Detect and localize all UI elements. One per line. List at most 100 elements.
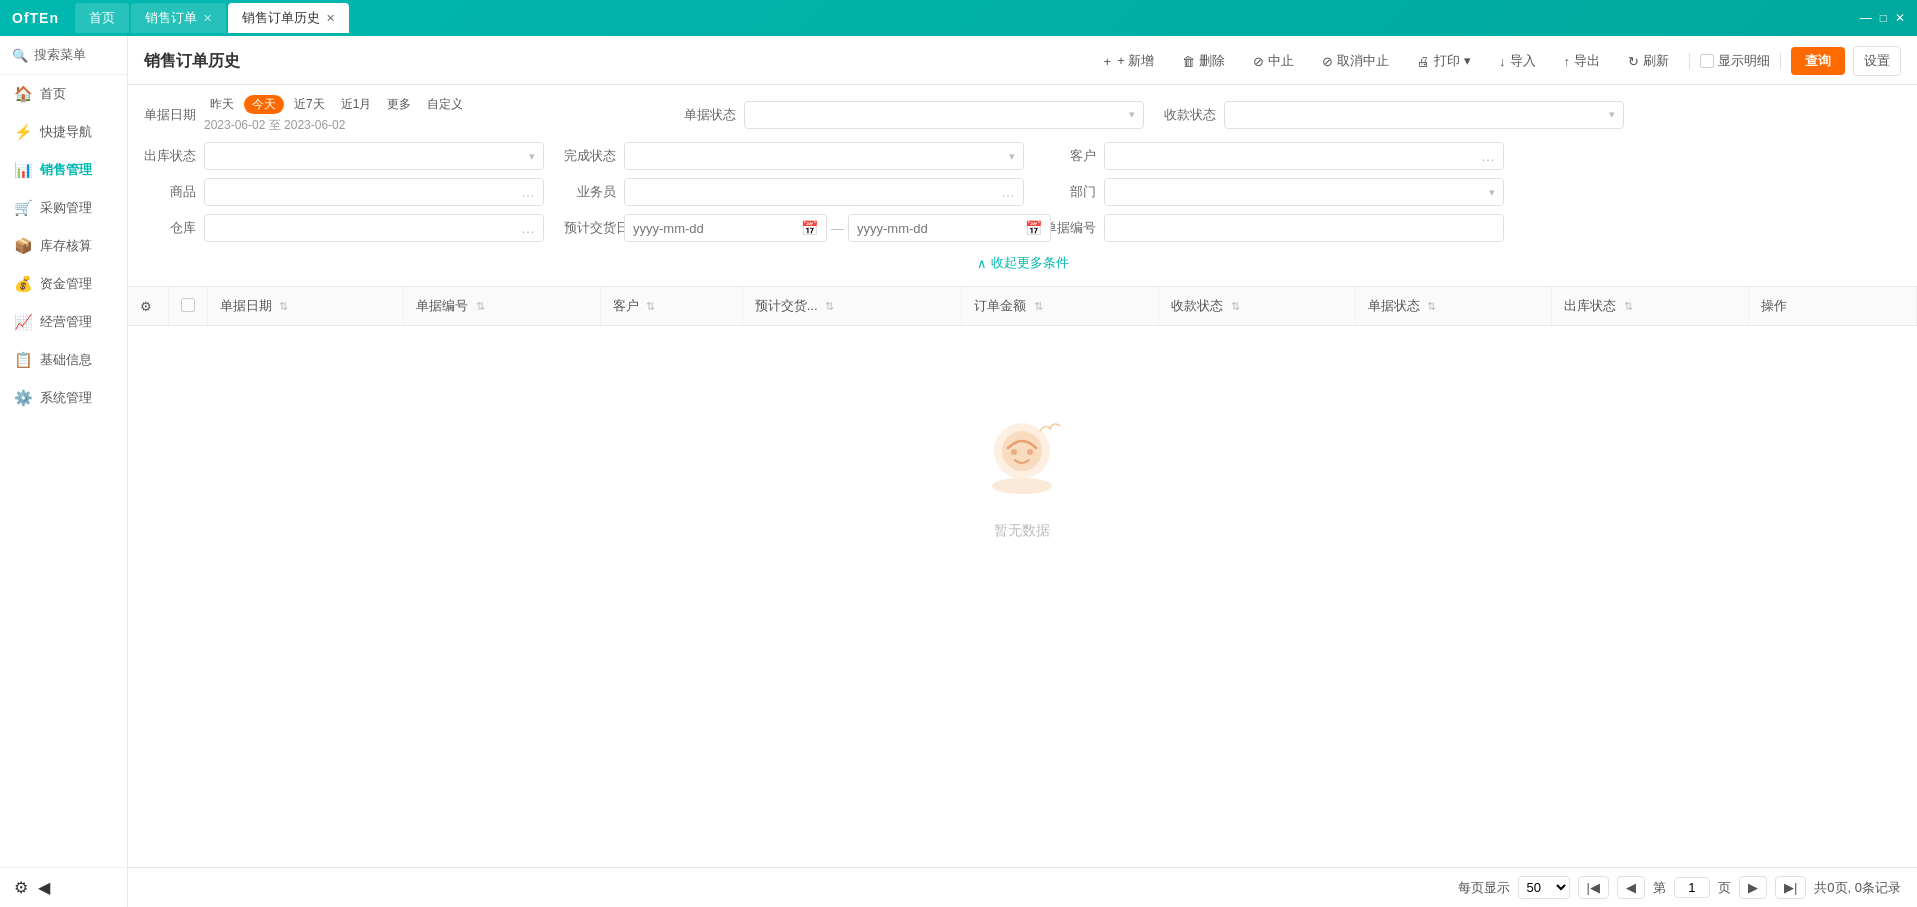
close-tab-sales-order[interactable]: ✕ (203, 12, 212, 25)
export-button[interactable]: ↑ 导出 (1554, 47, 1611, 75)
bill-status-dropdown-icon[interactable]: ▾ (1129, 108, 1135, 121)
page-number-input[interactable] (1674, 877, 1710, 898)
date-custom[interactable]: 自定义 (421, 95, 469, 114)
sidebar-item-home[interactable]: 🏠 首页 (0, 75, 127, 113)
delivery-start-input[interactable] (633, 221, 801, 236)
col-bill-status[interactable]: 单据状态 ⇅ (1355, 287, 1552, 326)
col-outbound[interactable]: 出库状态 ⇅ (1552, 287, 1749, 326)
collection-status-input[interactable] (1233, 107, 1605, 122)
complete-dropdown-icon[interactable]: ▾ (1009, 150, 1015, 163)
col-delivery[interactable]: 预计交货... ⇅ (742, 287, 961, 326)
warehouse-more-icon[interactable]: … (521, 220, 535, 236)
salesperson-input[interactable] (633, 185, 997, 200)
delivery-end-control[interactable]: 📅 (848, 214, 1051, 242)
show-details-checkbox-label[interactable]: 显示明细 (1700, 52, 1770, 70)
query-button[interactable]: 查询 (1791, 47, 1845, 75)
collection-status-control[interactable]: ▾ (1224, 101, 1624, 129)
customer-more-icon[interactable]: … (1481, 148, 1495, 164)
delete-button[interactable]: 🗑 删除 (1172, 47, 1235, 75)
delivery-start-control[interactable]: 📅 (624, 214, 827, 242)
goods-control[interactable]: … (204, 178, 544, 206)
date-yesterday[interactable]: 昨天 (204, 95, 240, 114)
show-details-checkbox[interactable] (1700, 54, 1714, 68)
sort-customer-icon[interactable]: ⇅ (646, 300, 655, 312)
settings-button[interactable]: 设置 (1853, 46, 1901, 76)
sidebar-item-sales[interactable]: 📊 销售管理 (0, 151, 127, 189)
order-no-control[interactable] (1104, 214, 1504, 242)
date-7days[interactable]: 近7天 (288, 95, 331, 114)
home-icon: 🏠 (14, 85, 32, 103)
bill-status-input[interactable] (753, 107, 1125, 122)
close-icon[interactable]: ✕ (1895, 11, 1905, 25)
collapse-button[interactable]: ∧ 收起更多条件 (977, 250, 1069, 276)
date-more[interactable]: 更多 (381, 95, 417, 114)
warehouse-control[interactable]: … (204, 214, 544, 242)
sidebar-item-quick-nav[interactable]: ⚡ 快捷导航 (0, 113, 127, 151)
page-size-select[interactable]: 10 20 50 100 (1518, 876, 1570, 899)
sort-date-icon[interactable]: ⇅ (279, 300, 288, 312)
tab-sales-order-history[interactable]: 销售订单历史 ✕ (228, 3, 349, 33)
collection-dropdown-icon[interactable]: ▾ (1609, 108, 1615, 121)
department-input[interactable] (1113, 185, 1485, 200)
department-control[interactable]: ▾ (1104, 178, 1504, 206)
sort-collection-icon[interactable]: ⇅ (1231, 300, 1240, 312)
sidebar-search[interactable]: 🔍 搜索菜单 (0, 36, 127, 75)
outbound-control[interactable]: ▾ (204, 142, 544, 170)
prev-page-button[interactable]: ◀ (1617, 876, 1645, 899)
sort-delivery-icon[interactable]: ⇅ (825, 300, 834, 312)
tab-sales-order[interactable]: 销售订单 ✕ (131, 3, 226, 33)
tab-home[interactable]: 首页 (75, 3, 129, 33)
cancel-stop-button[interactable]: ⊘ 取消中止 (1312, 47, 1399, 75)
sidebar-item-basic[interactable]: 📋 基础信息 (0, 341, 127, 379)
goods-input[interactable] (213, 185, 517, 200)
col-no[interactable]: 单据编号 ⇅ (404, 287, 601, 326)
sidebar-item-inventory[interactable]: 📦 库存核算 (0, 227, 127, 265)
delivery-end-calendar-icon[interactable]: 📅 (1025, 220, 1042, 236)
collapse-sidebar-icon[interactable]: ◀ (38, 878, 50, 897)
salesperson-more-icon[interactable]: … (1001, 184, 1015, 200)
date-today[interactable]: 今天 (244, 95, 284, 114)
table-header-checkbox[interactable] (168, 287, 207, 326)
sidebar-item-finance[interactable]: 💰 资金管理 (0, 265, 127, 303)
department-dropdown-icon[interactable]: ▾ (1489, 186, 1495, 199)
delivery-start-calendar-icon[interactable]: 📅 (801, 220, 818, 236)
order-no-input[interactable] (1113, 221, 1495, 236)
col-collection[interactable]: 收款状态 ⇅ (1158, 287, 1355, 326)
refresh-button[interactable]: ↻ 刷新 (1618, 47, 1679, 75)
next-page-button[interactable]: ▶ (1739, 876, 1767, 899)
customer-input[interactable] (1113, 149, 1477, 164)
sort-amount-icon[interactable]: ⇅ (1034, 300, 1043, 312)
delivery-end-input[interactable] (857, 221, 1025, 236)
main-content: 销售订单历史 + + 新增 🗑 删除 ⊘ 中止 ⊘ 取消中止 (128, 36, 1917, 907)
last-page-button[interactable]: ▶| (1775, 876, 1806, 899)
sort-outbound-icon[interactable]: ⇅ (1624, 300, 1633, 312)
import-button[interactable]: ↓ 导入 (1489, 47, 1546, 75)
col-customer[interactable]: 客户 ⇅ (600, 287, 742, 326)
warehouse-input[interactable] (213, 221, 517, 236)
customer-control[interactable]: … (1104, 142, 1504, 170)
bill-status-control[interactable]: ▾ (744, 101, 1144, 129)
col-date[interactable]: 单据日期 ⇅ (207, 287, 404, 326)
outbound-dropdown-icon[interactable]: ▾ (529, 150, 535, 163)
print-button[interactable]: 🖨 打印 ▾ (1407, 47, 1481, 75)
sort-no-icon[interactable]: ⇅ (476, 300, 485, 312)
col-amount[interactable]: 订单金额 ⇅ (962, 287, 1159, 326)
sidebar-item-purchase[interactable]: 🛒 采购管理 (0, 189, 127, 227)
stop-button[interactable]: ⊘ 中止 (1243, 47, 1304, 75)
maximize-icon[interactable]: □ (1880, 11, 1887, 25)
sort-bill-status-icon[interactable]: ⇅ (1427, 300, 1436, 312)
date-1month[interactable]: 近1月 (335, 95, 378, 114)
goods-more-icon[interactable]: … (521, 184, 535, 200)
salesperson-control[interactable]: … (624, 178, 1024, 206)
table-header-settings[interactable]: ⚙ (128, 287, 168, 326)
close-tab-sales-order-history[interactable]: ✕ (326, 12, 335, 25)
complete-input[interactable] (633, 149, 1005, 164)
sidebar-item-system[interactable]: ⚙️ 系统管理 (0, 379, 127, 417)
settings-bottom-icon[interactable]: ⚙ (14, 878, 28, 897)
complete-control[interactable]: ▾ (624, 142, 1024, 170)
new-button[interactable]: + + 新增 (1094, 47, 1165, 75)
outbound-input[interactable] (213, 149, 525, 164)
sidebar-item-operation[interactable]: 📈 经营管理 (0, 303, 127, 341)
first-page-button[interactable]: |◀ (1578, 876, 1609, 899)
minimize-icon[interactable]: — (1860, 11, 1872, 25)
